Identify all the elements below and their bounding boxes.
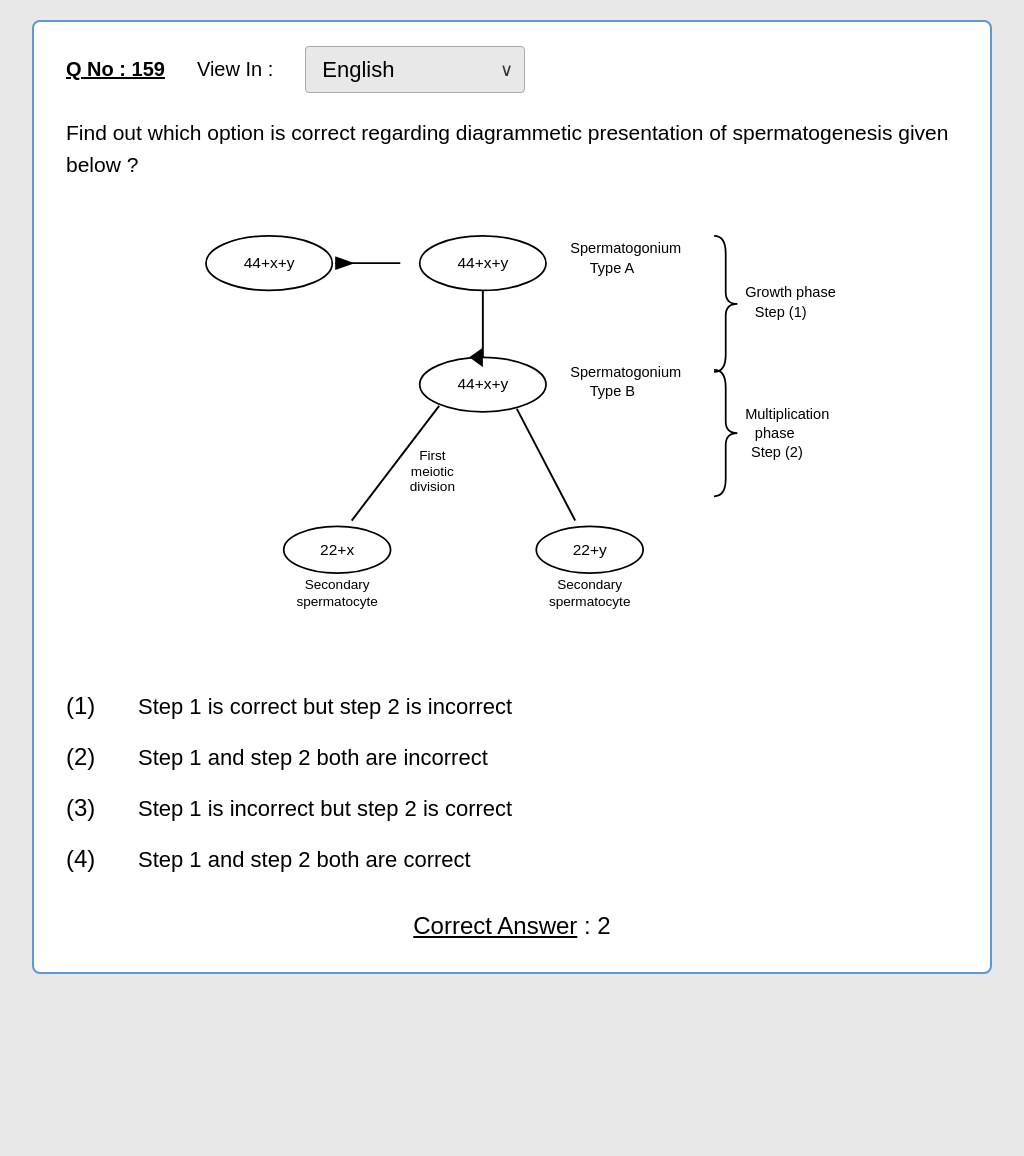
svg-text:44+x+y: 44+x+y bbox=[244, 254, 295, 271]
svg-text:meiotic: meiotic bbox=[411, 464, 454, 479]
language-selector-wrapper[interactable]: English bbox=[305, 46, 525, 93]
option-text-3: Step 1 is incorrect but step 2 is correc… bbox=[138, 792, 512, 825]
option-text-1: Step 1 is correct but step 2 is incorrec… bbox=[138, 690, 512, 723]
option-text-2: Step 1 and step 2 both are incorrect bbox=[138, 741, 488, 774]
diagram-area: 44+x+y 44+x+y Spermatogonium Type A Grow… bbox=[66, 200, 958, 666]
correct-answer-value: : 2 bbox=[584, 912, 611, 939]
svg-text:22+y: 22+y bbox=[573, 541, 607, 558]
svg-text:spermatocyte: spermatocyte bbox=[549, 594, 631, 609]
option-row-1[interactable]: (1) Step 1 is correct but step 2 is inco… bbox=[66, 690, 958, 723]
view-in-label: View In : bbox=[197, 58, 273, 81]
svg-text:44+x+y: 44+x+y bbox=[457, 254, 508, 271]
svg-text:44+x+y: 44+x+y bbox=[457, 375, 508, 392]
svg-text:division: division bbox=[410, 479, 455, 494]
svg-text:Multiplication: Multiplication bbox=[745, 406, 829, 422]
option-num-4: (4) bbox=[66, 843, 114, 873]
header: Q No : 159 View In : English bbox=[66, 46, 958, 93]
question-number: Q No : 159 bbox=[66, 58, 165, 81]
svg-text:Secondary: Secondary bbox=[557, 577, 622, 592]
question-card: Q No : 159 View In : English Find out wh… bbox=[32, 20, 992, 974]
svg-text:22+x: 22+x bbox=[320, 541, 354, 558]
option-num-2: (2) bbox=[66, 741, 114, 771]
language-select[interactable]: English bbox=[305, 46, 525, 93]
option-row-4[interactable]: (4) Step 1 and step 2 both are correct bbox=[66, 843, 958, 876]
svg-text:spermatocyte: spermatocyte bbox=[296, 594, 378, 609]
option-num-3: (3) bbox=[66, 792, 114, 822]
svg-text:Secondary: Secondary bbox=[305, 577, 370, 592]
correct-answer-label: Correct Answer bbox=[413, 912, 577, 939]
option-row-3[interactable]: (3) Step 1 is incorrect but step 2 is co… bbox=[66, 792, 958, 825]
svg-text:phase: phase bbox=[755, 425, 795, 441]
option-text-4: Step 1 and step 2 both are correct bbox=[138, 843, 471, 876]
option-num-1: (1) bbox=[66, 690, 114, 720]
svg-text:Step (2): Step (2) bbox=[751, 444, 803, 460]
option-row-2[interactable]: (2) Step 1 and step 2 both are incorrect bbox=[66, 741, 958, 774]
svg-text:Type A: Type A bbox=[590, 260, 635, 276]
svg-text:Spermatogonium: Spermatogonium bbox=[570, 240, 681, 256]
svg-text:Growth phase: Growth phase bbox=[745, 284, 836, 300]
svg-text:Spermatogonium: Spermatogonium bbox=[570, 364, 681, 380]
correct-answer-section: Correct Answer : 2 bbox=[66, 900, 958, 940]
svg-text:Step (1): Step (1) bbox=[755, 304, 807, 320]
svg-text:First: First bbox=[419, 448, 446, 463]
svg-text:Type B: Type B bbox=[590, 383, 635, 399]
svg-line-24 bbox=[517, 409, 575, 521]
spermatogenesis-diagram: 44+x+y 44+x+y Spermatogonium Type A Grow… bbox=[172, 200, 852, 666]
options-list: (1) Step 1 is correct but step 2 is inco… bbox=[66, 690, 958, 876]
question-text: Find out which option is correct regardi… bbox=[66, 117, 958, 180]
